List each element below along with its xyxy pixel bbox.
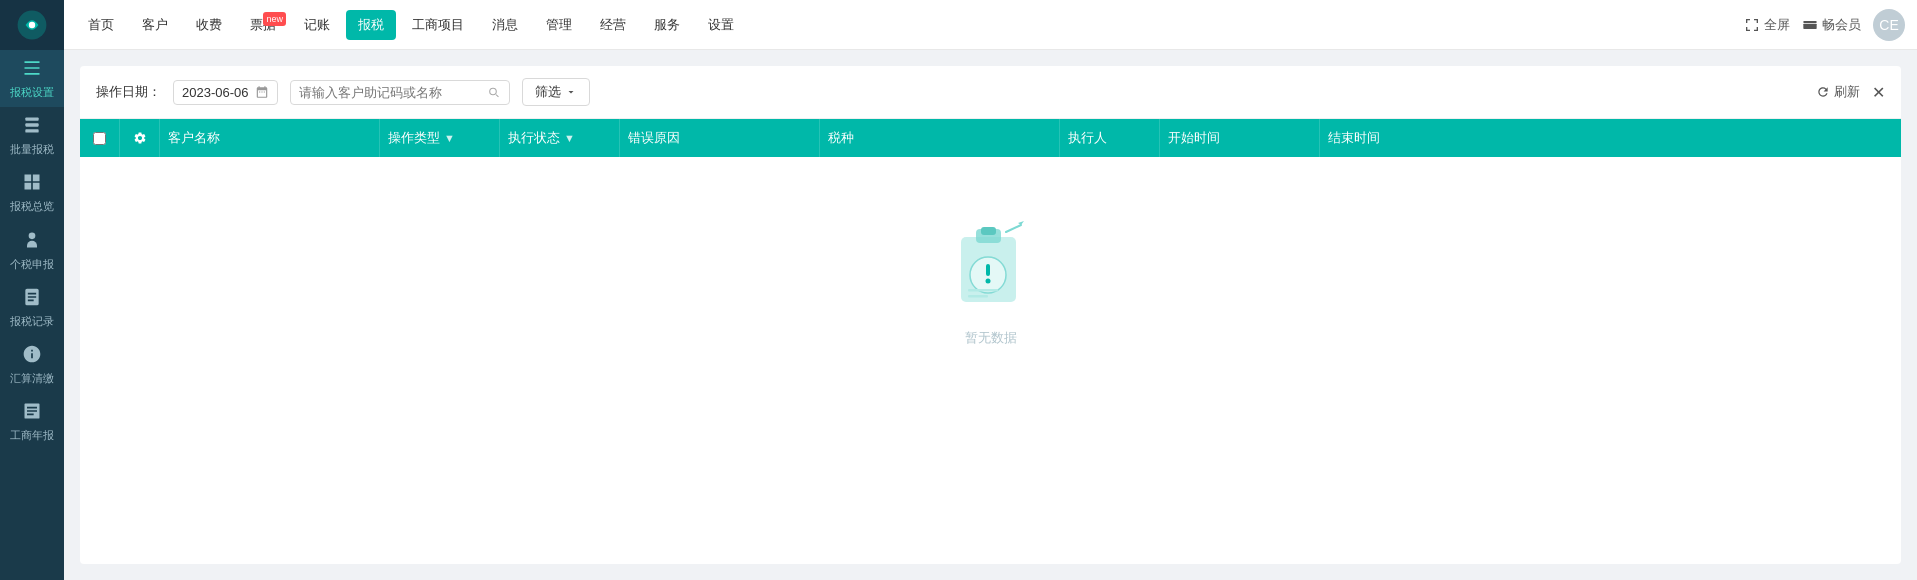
search-wrapper[interactable] xyxy=(290,80,510,105)
svg-line-14 xyxy=(1006,225,1021,232)
person-tax-icon xyxy=(22,230,42,255)
nav-settings[interactable]: 设置 xyxy=(696,10,746,40)
column-settings-icon xyxy=(133,131,147,145)
content-card: 操作日期： 2023-06-06 筛选 刷新 xyxy=(80,66,1901,564)
nav-invoices[interactable]: 票据 new xyxy=(238,10,288,40)
svg-marker-15 xyxy=(1018,221,1024,225)
nav-charges[interactable]: 收费 xyxy=(184,10,234,40)
svg-rect-7 xyxy=(1803,23,1816,28)
svg-rect-12 xyxy=(986,264,990,276)
sidebar-item-label-baoshui-jilu: 报税记录 xyxy=(10,315,54,328)
sidebar-item-gongshang-nianbao[interactable]: 工商年报 xyxy=(0,393,64,450)
nav-home[interactable]: 首页 xyxy=(76,10,126,40)
svg-rect-6 xyxy=(1803,21,1816,23)
th-op-type[interactable]: 操作类型 ▼ xyxy=(380,119,500,157)
member-label: 畅会员 xyxy=(1822,16,1861,34)
svg-rect-2 xyxy=(25,118,38,121)
th-client-name: 客户名称 xyxy=(160,119,380,157)
refresh-icon xyxy=(1816,85,1830,99)
empty-text: 暂无数据 xyxy=(965,329,1017,347)
record-icon xyxy=(22,287,42,312)
sidebar-item-baoshui-jilu[interactable]: 报税记录 xyxy=(0,279,64,336)
svg-point-5 xyxy=(29,232,36,239)
sidebar-item-label-baoshui-shezhi: 报税设置 xyxy=(10,86,54,99)
nav-accounts[interactable]: 记账 xyxy=(292,10,342,40)
th-tax-type: 税种 xyxy=(820,119,1060,157)
fullscreen-icon xyxy=(1744,17,1760,33)
filter-icon-op-type: ▼ xyxy=(444,132,455,144)
search-icon xyxy=(487,85,500,99)
calendar-icon xyxy=(255,85,269,99)
sidebar-item-piliang-baoshui[interactable]: 批量报税 xyxy=(0,107,64,164)
sidebar-item-geshui-shenbao[interactable]: 个税申报 xyxy=(0,222,64,279)
sidebar-item-label-baoshui-zongjian: 报税总览 xyxy=(10,200,54,213)
toolbar: 操作日期： 2023-06-06 筛选 刷新 xyxy=(80,66,1901,119)
th-end-time: 结束时间 xyxy=(1320,119,1440,157)
main-area: 首页 客户 收费 票据 new 记账 报税 工商项目 消息 xyxy=(64,0,1917,580)
svg-point-1 xyxy=(29,22,35,28)
empty-state: 暂无数据 xyxy=(80,157,1901,407)
svg-rect-3 xyxy=(25,124,38,127)
svg-rect-4 xyxy=(25,129,38,132)
annual-report-icon xyxy=(22,401,42,426)
settings-icon xyxy=(22,58,42,83)
nav-services[interactable]: 服务 xyxy=(642,10,692,40)
new-badge: new xyxy=(263,12,286,26)
select-all-checkbox[interactable] xyxy=(93,132,106,145)
nav-tax[interactable]: 报税 xyxy=(346,10,396,40)
top-navigation: 首页 客户 收费 票据 new 记账 报税 工商项目 消息 xyxy=(64,0,1917,50)
table-body: 暂无数据 xyxy=(80,157,1901,564)
toolbar-right: 刷新 ✕ xyxy=(1816,83,1885,102)
date-label: 操作日期： xyxy=(96,83,161,101)
member-icon xyxy=(1802,17,1818,33)
nav-items: 首页 客户 收费 票据 new 记账 报税 工商项目 消息 xyxy=(76,10,1744,40)
svg-point-13 xyxy=(985,279,990,284)
svg-rect-10 xyxy=(981,227,996,235)
sidebar-item-label-geshui-shenbao: 个税申报 xyxy=(10,258,54,271)
sidebar-item-huisuan-jiaona[interactable]: 汇算清缴 xyxy=(0,336,64,393)
svg-rect-16 xyxy=(968,289,998,292)
fullscreen-label: 全屏 xyxy=(1764,16,1790,34)
member-button[interactable]: 畅会员 xyxy=(1802,16,1861,34)
filter-label: 筛选 xyxy=(535,83,561,101)
date-picker[interactable]: 2023-06-06 xyxy=(173,80,278,105)
svg-rect-17 xyxy=(968,295,988,298)
refresh-label: 刷新 xyxy=(1834,83,1860,101)
nav-industrial[interactable]: 工商项目 xyxy=(400,10,476,40)
nav-customers[interactable]: 客户 xyxy=(130,10,180,40)
sidebar-item-baoshui-zongjian[interactable]: 报税总览 xyxy=(0,164,64,221)
filter-icon-exec-status: ▼ xyxy=(564,132,575,144)
sidebar-item-label-gongshang-nianbao: 工商年报 xyxy=(10,429,54,442)
filter-button[interactable]: 筛选 xyxy=(522,78,590,106)
sidebar: 报税设置 批量报税 报税总览 个税申报 报税记录 汇算清缴 工商 xyxy=(0,0,64,580)
app-logo xyxy=(0,0,64,50)
sidebar-item-label-piliang-baoshui: 批量报税 xyxy=(10,143,54,156)
close-button[interactable]: ✕ xyxy=(1872,83,1885,102)
empty-illustration xyxy=(946,217,1036,317)
sidebar-item-baoshui-shezhi[interactable]: 报税设置 xyxy=(0,50,64,107)
th-settings[interactable] xyxy=(120,119,160,157)
th-error-reason: 错误原因 xyxy=(620,119,820,157)
table-header: 客户名称 操作类型 ▼ 执行状态 ▼ 错误原因 税种 执行人 xyxy=(80,119,1901,157)
date-value: 2023-06-06 xyxy=(182,85,249,100)
th-exec-status[interactable]: 执行状态 ▼ xyxy=(500,119,620,157)
nav-admin[interactable]: 管理 xyxy=(534,10,584,40)
fullscreen-button[interactable]: 全屏 xyxy=(1744,16,1790,34)
th-executor: 执行人 xyxy=(1060,119,1160,157)
sidebar-item-label-huisuan-jiaona: 汇算清缴 xyxy=(10,372,54,385)
settlement-icon xyxy=(22,344,42,369)
batch-tax-icon xyxy=(22,115,42,140)
refresh-button[interactable]: 刷新 xyxy=(1816,83,1860,101)
nav-messages[interactable]: 消息 xyxy=(480,10,530,40)
th-start-time: 开始时间 xyxy=(1160,119,1320,157)
topnav-right: 全屏 畅会员 CE xyxy=(1744,9,1905,41)
th-checkbox[interactable] xyxy=(80,119,120,157)
nav-operations[interactable]: 经营 xyxy=(588,10,638,40)
search-input[interactable] xyxy=(299,85,488,100)
user-avatar[interactable]: CE xyxy=(1873,9,1905,41)
overview-icon xyxy=(22,172,42,197)
chevron-down-icon xyxy=(565,86,577,98)
page-content: 操作日期： 2023-06-06 筛选 刷新 xyxy=(64,50,1917,580)
